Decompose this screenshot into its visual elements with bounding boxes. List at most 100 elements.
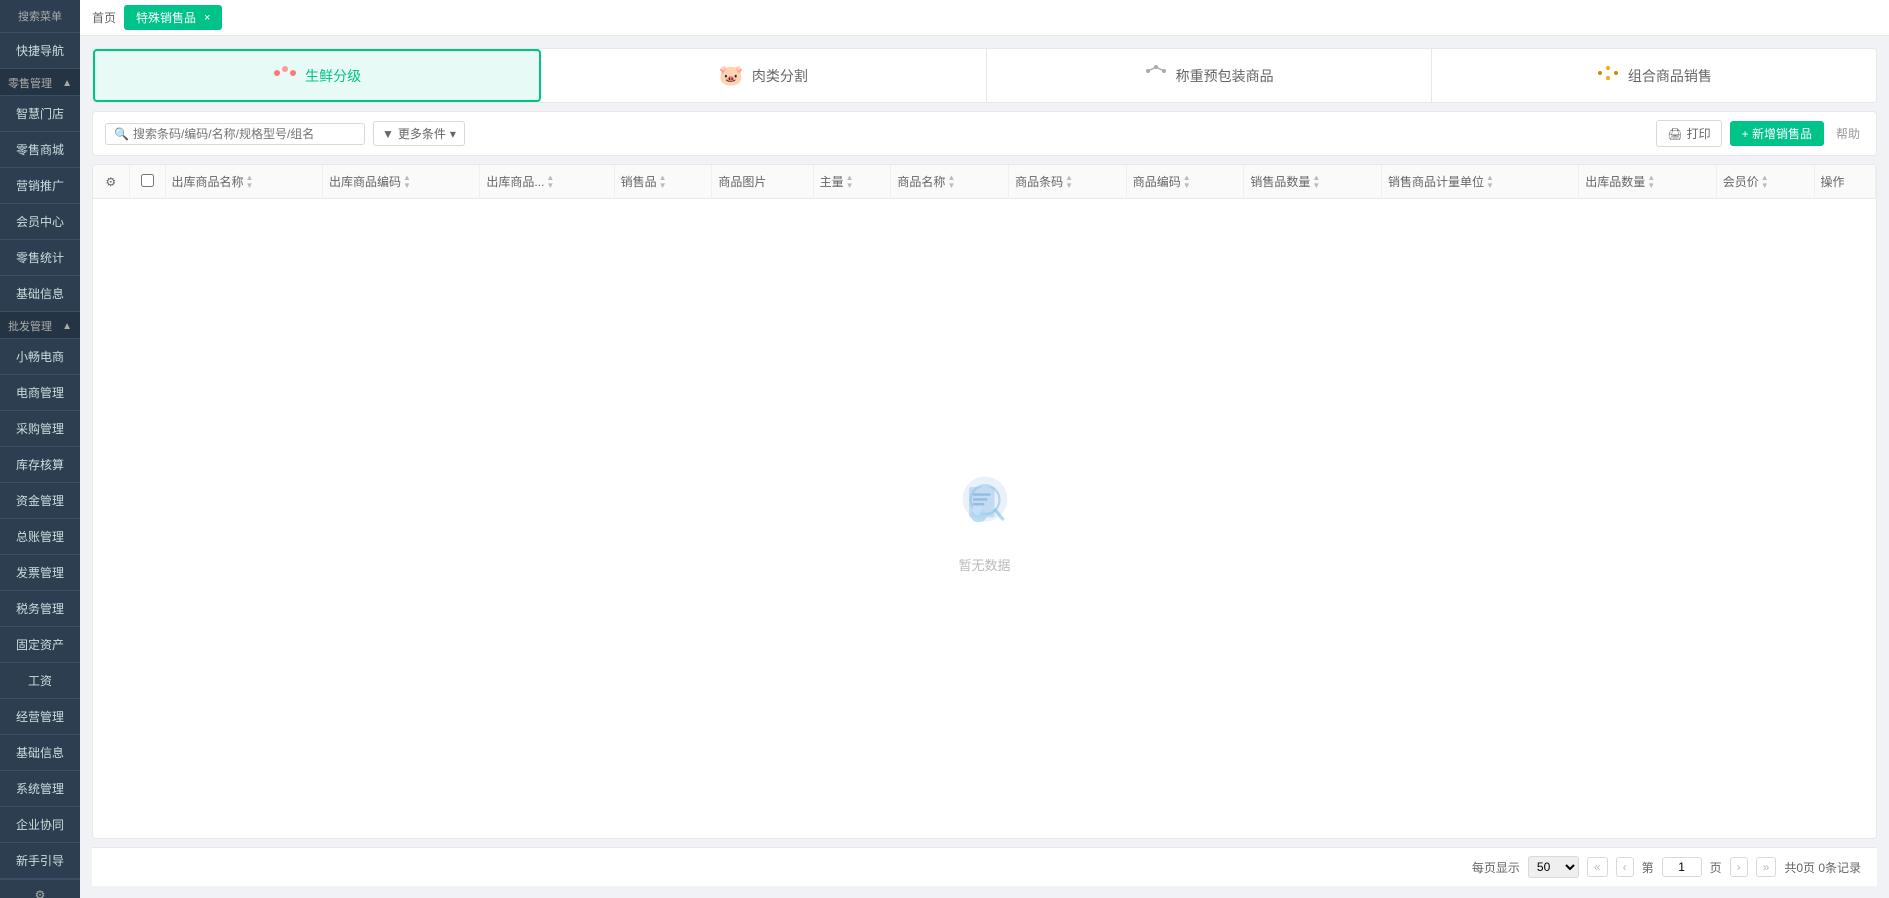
search-box[interactable]: 🔍 (105, 123, 365, 145)
sort-icon: ▲▼ (659, 174, 667, 190)
col-product-image[interactable]: 商品图片 (712, 165, 813, 199)
page-number-input[interactable] (1662, 857, 1702, 877)
sidebar-item-fixed-assets[interactable]: 固定资产 (0, 627, 80, 663)
meat-cutting-icon: 🐷 (719, 63, 744, 88)
data-table: ⚙ 出库商品名称 ▲▼ 出库 (93, 165, 1876, 199)
toolbar: 🔍 ▼ 更多条件 ▾ 🖨 打印 + 新增销售品 帮助 (92, 111, 1877, 156)
empty-icon (945, 463, 1025, 543)
col-barcode[interactable]: 商品条码 ▲▼ (1009, 165, 1127, 199)
cat-tab-fresh-grading-label: 生鲜分级 (305, 66, 361, 86)
select-all-checkbox[interactable] (141, 174, 154, 187)
table-header-row: ⚙ 出库商品名称 ▲▼ 出库 (93, 165, 1876, 199)
col-product-code[interactable]: 商品编码 ▲▼ (1126, 165, 1244, 199)
sidebar-item-mini-ecom[interactable]: 小畅电商 (0, 339, 80, 375)
sort-icon: ▲▼ (1647, 174, 1655, 190)
sort-icon: ▲▼ (403, 174, 411, 190)
sidebar-item-labor[interactable]: 工资 (0, 663, 80, 699)
sidebar-item-system-mgmt[interactable]: 系统管理 (0, 771, 80, 807)
pagination-bar: 每页显示 50 10 20 100 « ‹ 第 页 › » 共0页 0条记录 (92, 847, 1877, 886)
sidebar-item-ecom-mgmt[interactable]: 电商管理 (0, 375, 80, 411)
sidebar-item-newbie[interactable]: 新手引导 (0, 843, 80, 879)
sidebar-item-stock-check[interactable]: 库存核算 (0, 447, 80, 483)
sidebar-item-basic-info-2[interactable]: 基础信息 (0, 735, 80, 771)
sidebar-item-finance-mgmt[interactable]: 资金管理 (0, 483, 80, 519)
sidebar-item-enterprise[interactable]: 企业协同 (0, 807, 80, 843)
cat-tab-meat-cutting-label: 肉类分割 (752, 66, 808, 86)
cat-tab-fresh-grading[interactable]: 生鲜分级 (93, 49, 541, 102)
col-out-product-name[interactable]: 出库商品名称 ▲▼ (165, 165, 322, 199)
sidebar-section-wholesale[interactable]: 批发管理 ▲ (0, 312, 80, 339)
sort-icon: ▲▼ (947, 174, 955, 190)
sidebar-item-business-mgmt[interactable]: 经营管理 (0, 699, 80, 735)
page-label: 第 (1642, 859, 1654, 876)
active-tab[interactable]: 特殊销售品 × (124, 5, 222, 30)
combo-sales-icon (1596, 63, 1620, 89)
print-icon: 🖨 (1667, 127, 1682, 141)
sidebar-item-retail-mall[interactable]: 零售商城 (0, 132, 80, 168)
sidebar-item-retail-stats[interactable]: 零售统计 (0, 240, 80, 276)
empty-text: 暂无数据 (958, 555, 1010, 574)
per-page-label: 每页显示 (1472, 859, 1520, 876)
cat-tab-weight-prepack[interactable]: 称重预包装商品 (987, 49, 1432, 102)
toolbar-left: 🔍 ▼ 更多条件 ▾ (105, 121, 465, 146)
col-checkbox[interactable] (129, 165, 165, 199)
col-product-name[interactable]: 商品名称 ▲▼ (891, 165, 1009, 199)
page-content: 生鲜分级 🐷 肉类分割 称重预包装商品 (80, 36, 1889, 898)
topbar: 首页 特殊销售品 × (80, 0, 1889, 36)
add-label: + 新增销售品 (1742, 125, 1812, 142)
total-label: 共0页 0条记录 (1784, 859, 1861, 876)
col-sales-product[interactable]: 销售品 ▲▼ (614, 165, 712, 199)
last-page-button[interactable]: » (1756, 857, 1777, 877)
category-tabs: 生鲜分级 🐷 肉类分割 称重预包装商品 (92, 48, 1877, 103)
prev-page-button[interactable]: ‹ (1616, 857, 1634, 877)
print-button[interactable]: 🖨 打印 (1656, 120, 1721, 147)
sidebar-item-invoice-mgmt[interactable]: 发票管理 (0, 555, 80, 591)
col-member-price[interactable]: 会员价 ▲▼ (1716, 165, 1814, 199)
gear-button[interactable]: ⚙ (0, 879, 80, 898)
settings-icon: ⚙ (105, 175, 116, 189)
col-out-product-code[interactable]: 出库商品编码 ▲▼ (322, 165, 479, 199)
print-label: 打印 (1687, 125, 1711, 142)
sidebar-item-smart-store[interactable]: 智慧门店 (0, 96, 80, 132)
filter-icon: ▼ (382, 127, 394, 141)
next-page-button[interactable]: › (1730, 857, 1748, 877)
sidebar-item-tax-mgmt[interactable]: 税务管理 (0, 591, 80, 627)
help-button[interactable]: 帮助 (1832, 121, 1864, 146)
sidebar-item-general-ledger[interactable]: 总账管理 (0, 519, 80, 555)
sidebar: 搜索菜单 快捷导航 零售管理 ▲ 智慧门店 零售商城 营销推广 会员中心 零售统… (0, 0, 80, 898)
sort-icon: ▲▼ (1761, 174, 1769, 190)
sort-icon: ▲▼ (1312, 174, 1320, 190)
sort-icon: ▲▼ (246, 174, 254, 190)
sidebar-item-sales-promo[interactable]: 营销推广 (0, 168, 80, 204)
filter-label: 更多条件 (398, 125, 446, 142)
filter-button[interactable]: ▼ 更多条件 ▾ (373, 121, 465, 146)
col-sales-unit[interactable]: 销售商品计量单位 ▲▼ (1381, 165, 1578, 199)
per-page-select[interactable]: 50 10 20 100 (1528, 856, 1579, 878)
col-settings[interactable]: ⚙ (93, 165, 129, 199)
sort-icon: ▲▼ (1183, 174, 1191, 190)
sidebar-item-basic-info-1[interactable]: 基础信息 (0, 276, 80, 312)
active-tab-label: 特殊销售品 (136, 9, 196, 26)
fresh-grading-icon (273, 63, 297, 88)
col-main-unit[interactable]: 主量 ▲▼ (813, 165, 891, 199)
sidebar-section-retail[interactable]: 零售管理 ▲ (0, 69, 80, 96)
cat-tab-weight-prepack-label: 称重预包装商品 (1176, 66, 1274, 86)
search-input[interactable] (133, 127, 356, 141)
sidebar-expand-icon: ▲ (62, 78, 72, 89)
sidebar-item-purchase-mgmt[interactable]: 采购管理 (0, 411, 80, 447)
sidebar-item-quick-nav[interactable]: 快捷导航 (0, 33, 80, 69)
sidebar-wholesale-expand-icon: ▲ (62, 321, 72, 332)
main-content: 首页 特殊销售品 × 生鲜分级 🐷 肉类分 (80, 0, 1889, 898)
sort-icon: ▲▼ (846, 174, 854, 190)
close-tab-button[interactable]: × (204, 12, 210, 24)
col-out-qty[interactable]: 出库品数量 ▲▼ (1579, 165, 1717, 199)
home-tab[interactable]: 首页 (92, 9, 116, 26)
cat-tab-meat-cutting[interactable]: 🐷 肉类分割 (541, 49, 986, 102)
col-sales-qty[interactable]: 销售品数量 ▲▼ (1244, 165, 1382, 199)
sidebar-logo[interactable]: 搜索菜单 (0, 0, 80, 33)
cat-tab-combo-sales[interactable]: 组合商品销售 (1432, 49, 1876, 102)
col-out-product-x[interactable]: 出库商品... ▲▼ (480, 165, 614, 199)
add-product-button[interactable]: + 新增销售品 (1730, 121, 1824, 146)
first-page-button[interactable]: « (1587, 857, 1608, 877)
sidebar-item-membership[interactable]: 会员中心 (0, 204, 80, 240)
